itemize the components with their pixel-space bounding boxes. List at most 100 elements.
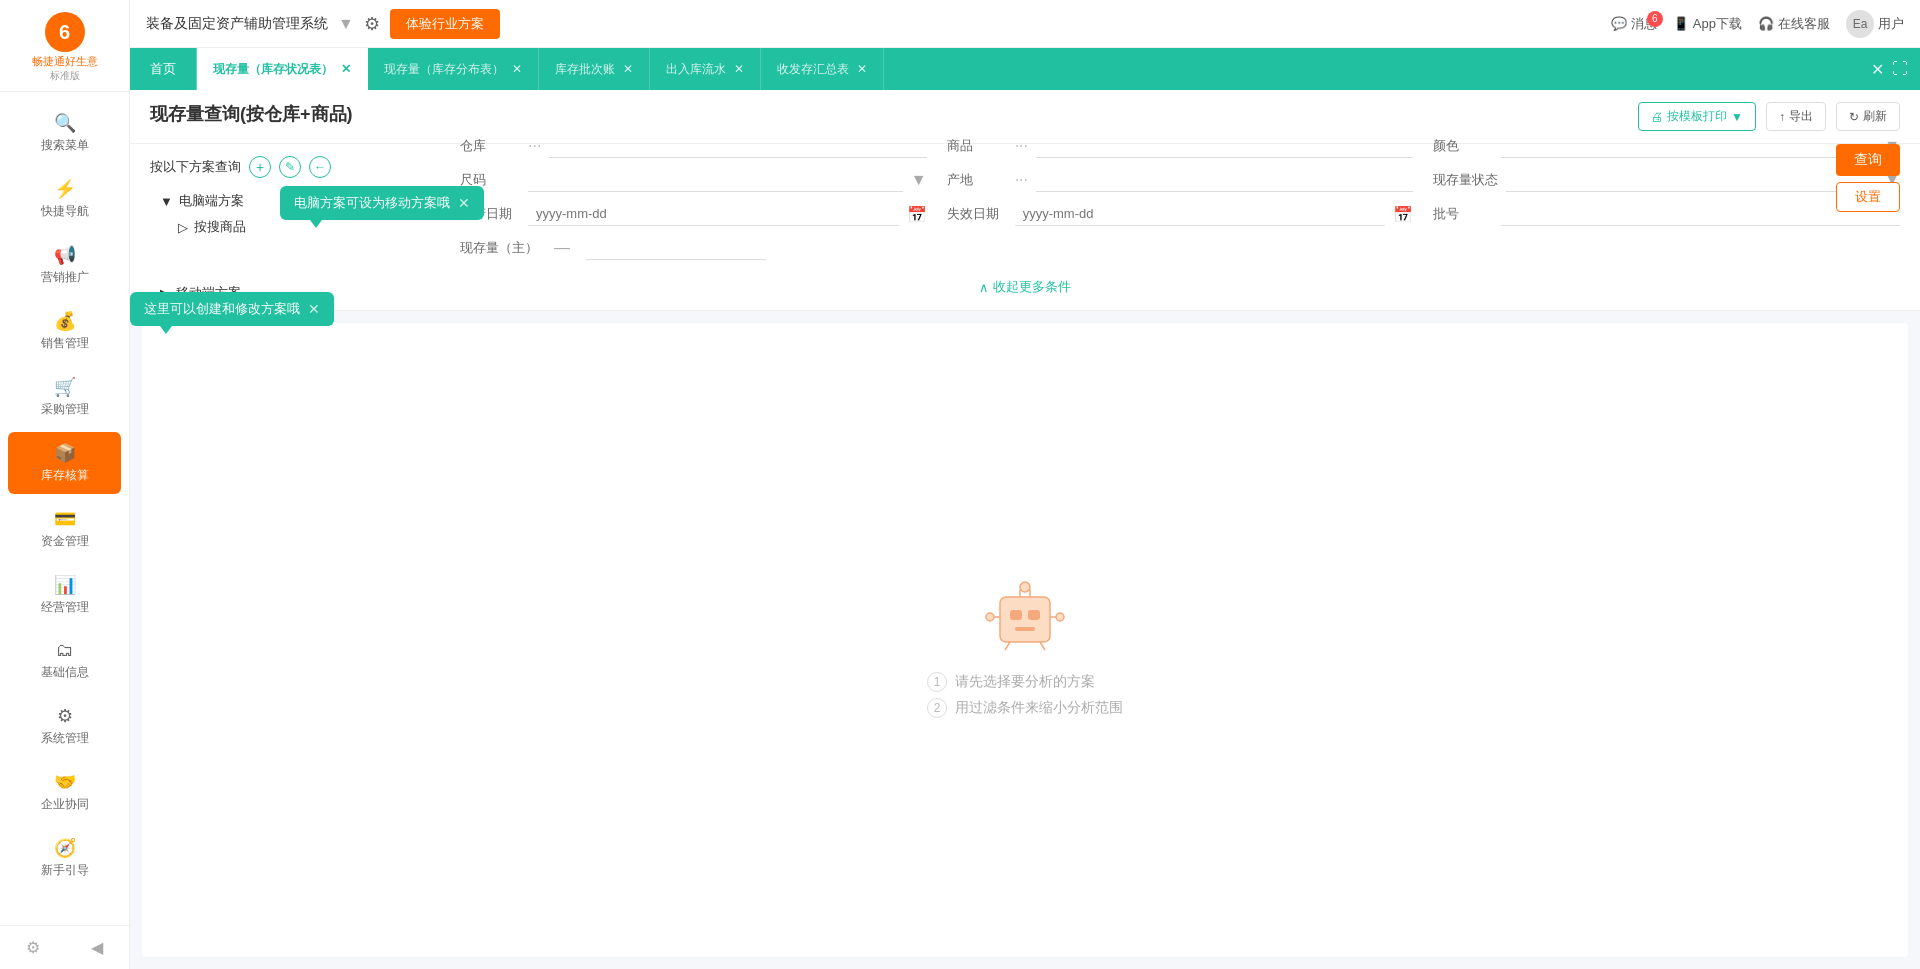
- sidebar-item-inventory-label: 库存核算: [41, 467, 89, 484]
- search-icon: 🔍: [54, 112, 76, 134]
- hint-item-1: 1 请先选择要分析的方案: [927, 672, 1095, 692]
- goods-dots[interactable]: ···: [1015, 137, 1028, 155]
- filter-add-btn[interactable]: +: [249, 156, 271, 178]
- sidebar-nav: 🔍 搜索菜单 ⚡ 快捷导航 📢 营销推广 💰 销售管理 🛒 采购管理 📦 库存核…: [0, 92, 129, 925]
- expire-date-calendar-icon[interactable]: 📅: [1393, 205, 1413, 224]
- filter-grid-row1: 仓库 ··· 商品 ··· 颜色 ▼: [460, 134, 1900, 158]
- filter-panel: 按以下方案查询 + ✎ ← 电脑方案可设为移动方案哦 ✕ ▼ 电脑端方案 ▷: [130, 144, 1920, 311]
- search-btn[interactable]: 查询: [1836, 144, 1900, 176]
- collapse-sidebar-btn[interactable]: ◀: [91, 938, 103, 957]
- tab-home[interactable]: 首页: [130, 48, 197, 90]
- sidebar-item-basic-label: 基础信息: [41, 664, 89, 681]
- sidebar-item-operations[interactable]: 📊 经营管理: [8, 564, 121, 626]
- tab-end-btns: ✕ ⛶: [1859, 48, 1920, 90]
- color-input[interactable]: [1501, 134, 1876, 158]
- tab-batch-account[interactable]: 库存批次账 ✕: [539, 48, 650, 90]
- sidebar-item-basic[interactable]: 🗂 基础信息: [8, 630, 121, 691]
- empty-hint: 1 请先选择要分析的方案 2 用过滤条件来缩小分析范围: [927, 672, 1123, 718]
- warehouse-dots[interactable]: ···: [528, 137, 541, 155]
- filter-fields: 仓库 ··· 商品 ··· 颜色 ▼: [460, 134, 1900, 260]
- sidebar-item-quicknav[interactable]: ⚡ 快捷导航: [8, 168, 121, 230]
- data-area: 1 请先选择要分析的方案 2 用过滤条件来缩小分析范围: [142, 323, 1908, 957]
- collapse-chevron: ∧: [979, 280, 989, 295]
- online-service-label: 在线客服: [1778, 15, 1830, 33]
- sidebar: 6 畅捷通好生意 标准版 🔍 搜索菜单 ⚡ 快捷导航 📢 营销推广 💰 销售管理…: [0, 0, 130, 969]
- industry-btn[interactable]: 体验行业方案: [390, 9, 500, 39]
- system-icon: ⚙: [57, 705, 73, 727]
- filter-back-btn[interactable]: ←: [309, 156, 331, 178]
- tab-close-all-btn[interactable]: ✕: [1871, 60, 1884, 79]
- sidebar-bottom: ⚙ ◀: [0, 925, 129, 969]
- settings-bottom-btn[interactable]: ⚙: [26, 938, 40, 957]
- color-label: 颜色: [1433, 137, 1493, 155]
- sidebar-item-search[interactable]: 🔍 搜索菜单: [8, 102, 121, 164]
- filter-produce-date-row: 生产日期 📅: [460, 202, 927, 226]
- sidebar-item-sales-label: 销售管理: [41, 335, 89, 352]
- produce-date-calendar-icon[interactable]: 📅: [907, 205, 927, 224]
- notice-badge: 6: [1647, 11, 1663, 27]
- tab-summary[interactable]: 收发存汇总表 ✕: [761, 48, 884, 90]
- stock-main-input[interactable]: [586, 236, 766, 260]
- sidebar-item-marketing[interactable]: 📢 营销推广: [8, 234, 121, 296]
- notice-btn[interactable]: 💬 消息 6: [1611, 15, 1657, 33]
- sidebar-item-search-label: 搜索菜单: [41, 137, 89, 154]
- tab-flow[interactable]: 出入库流水 ✕: [650, 48, 761, 90]
- expire-date-label: 失效日期: [947, 205, 1007, 223]
- tooltip-scheme-mobile: 电脑方案可设为移动方案哦 ✕: [280, 186, 484, 220]
- refresh-btn[interactable]: ↻ 刷新: [1836, 102, 1900, 131]
- tab-inventory-dist-close[interactable]: ✕: [512, 62, 522, 76]
- hint-item-2: 2 用过滤条件来缩小分析范围: [927, 698, 1123, 718]
- tooltip2-text: 这里可以创建和修改方案哦: [144, 300, 300, 318]
- collapse-btn[interactable]: ∧ 收起更多条件: [150, 270, 1900, 298]
- user-area[interactable]: Ea 用户: [1846, 10, 1904, 38]
- filter-edit-btn[interactable]: ✎: [279, 156, 301, 178]
- warehouse-input[interactable]: [549, 134, 926, 158]
- logo-subtitle: 标准版: [50, 69, 80, 83]
- sidebar-item-guide[interactable]: 🧭 新手引导: [8, 827, 121, 889]
- search-buttons: 查询 设置: [1836, 144, 1900, 212]
- svg-rect-0: [1000, 597, 1050, 642]
- sidebar-item-finance-label: 资金管理: [41, 533, 89, 550]
- tooltip2-close[interactable]: ✕: [308, 301, 320, 317]
- filter-expire-date-row: 失效日期 📅: [947, 202, 1414, 226]
- tab-inventory-status[interactable]: 现存量（库存状况表） ✕: [197, 48, 368, 90]
- scheme-goods-label: 按搜商品: [194, 218, 246, 236]
- app-download-btn[interactable]: 📱 App下载: [1673, 15, 1742, 33]
- empty-icon: [975, 562, 1075, 662]
- sidebar-item-system-label: 系统管理: [41, 730, 89, 747]
- online-service-btn[interactable]: 🎧 在线客服: [1758, 15, 1830, 33]
- sidebar-item-purchase[interactable]: 🛒 采购管理: [8, 366, 121, 428]
- sidebar-item-inventory[interactable]: 📦 库存核算: [8, 432, 121, 494]
- svg-rect-2: [1028, 610, 1040, 620]
- tab-inventory-dist[interactable]: 现存量（库存分布表） ✕: [368, 48, 539, 90]
- topbar-left: 装备及固定资产辅助管理系统 ▼ ⚙ 体验行业方案: [146, 9, 500, 39]
- produce-date-input[interactable]: [528, 202, 899, 226]
- tab-maximize-btn[interactable]: ⛶: [1892, 60, 1908, 78]
- export-btn[interactable]: ↑ 导出: [1766, 102, 1826, 131]
- tab-summary-close[interactable]: ✕: [857, 62, 867, 76]
- sidebar-item-system[interactable]: ⚙ 系统管理: [8, 695, 121, 757]
- goods-input[interactable]: [1036, 134, 1413, 158]
- settings-icon[interactable]: ⚙: [364, 13, 380, 35]
- quicknav-icon: ⚡: [54, 178, 76, 200]
- system-dropdown-icon[interactable]: ▼: [338, 15, 354, 33]
- filter-settings-btn[interactable]: 设置: [1836, 182, 1900, 212]
- sidebar-item-guide-label: 新手引导: [41, 862, 89, 879]
- basic-icon: 🗂: [56, 640, 74, 661]
- scheme-pc-expand: ▼: [160, 194, 173, 209]
- enterprise-icon: 🤝: [54, 771, 76, 793]
- tab-batch-account-close[interactable]: ✕: [623, 62, 633, 76]
- svg-point-6: [1056, 613, 1064, 621]
- tooltip1-close[interactable]: ✕: [458, 195, 470, 211]
- template-print-btn[interactable]: 🖨 按模板打印 ▼: [1638, 102, 1756, 131]
- system-name: 装备及固定资产辅助管理系统: [146, 15, 328, 33]
- sidebar-item-enterprise[interactable]: 🤝 企业协同: [8, 761, 121, 823]
- tab-batch-account-label: 库存批次账: [555, 61, 615, 78]
- sidebar-item-sales[interactable]: 💰 销售管理: [8, 300, 121, 362]
- sidebar-item-enterprise-label: 企业协同: [41, 796, 89, 813]
- expire-date-input[interactable]: [1015, 202, 1386, 226]
- tab-flow-close[interactable]: ✕: [734, 62, 744, 76]
- tab-inventory-dist-label: 现存量（库存分布表）: [384, 61, 504, 78]
- tab-inventory-status-close[interactable]: ✕: [341, 62, 351, 76]
- sidebar-item-finance[interactable]: 💳 资金管理: [8, 498, 121, 560]
